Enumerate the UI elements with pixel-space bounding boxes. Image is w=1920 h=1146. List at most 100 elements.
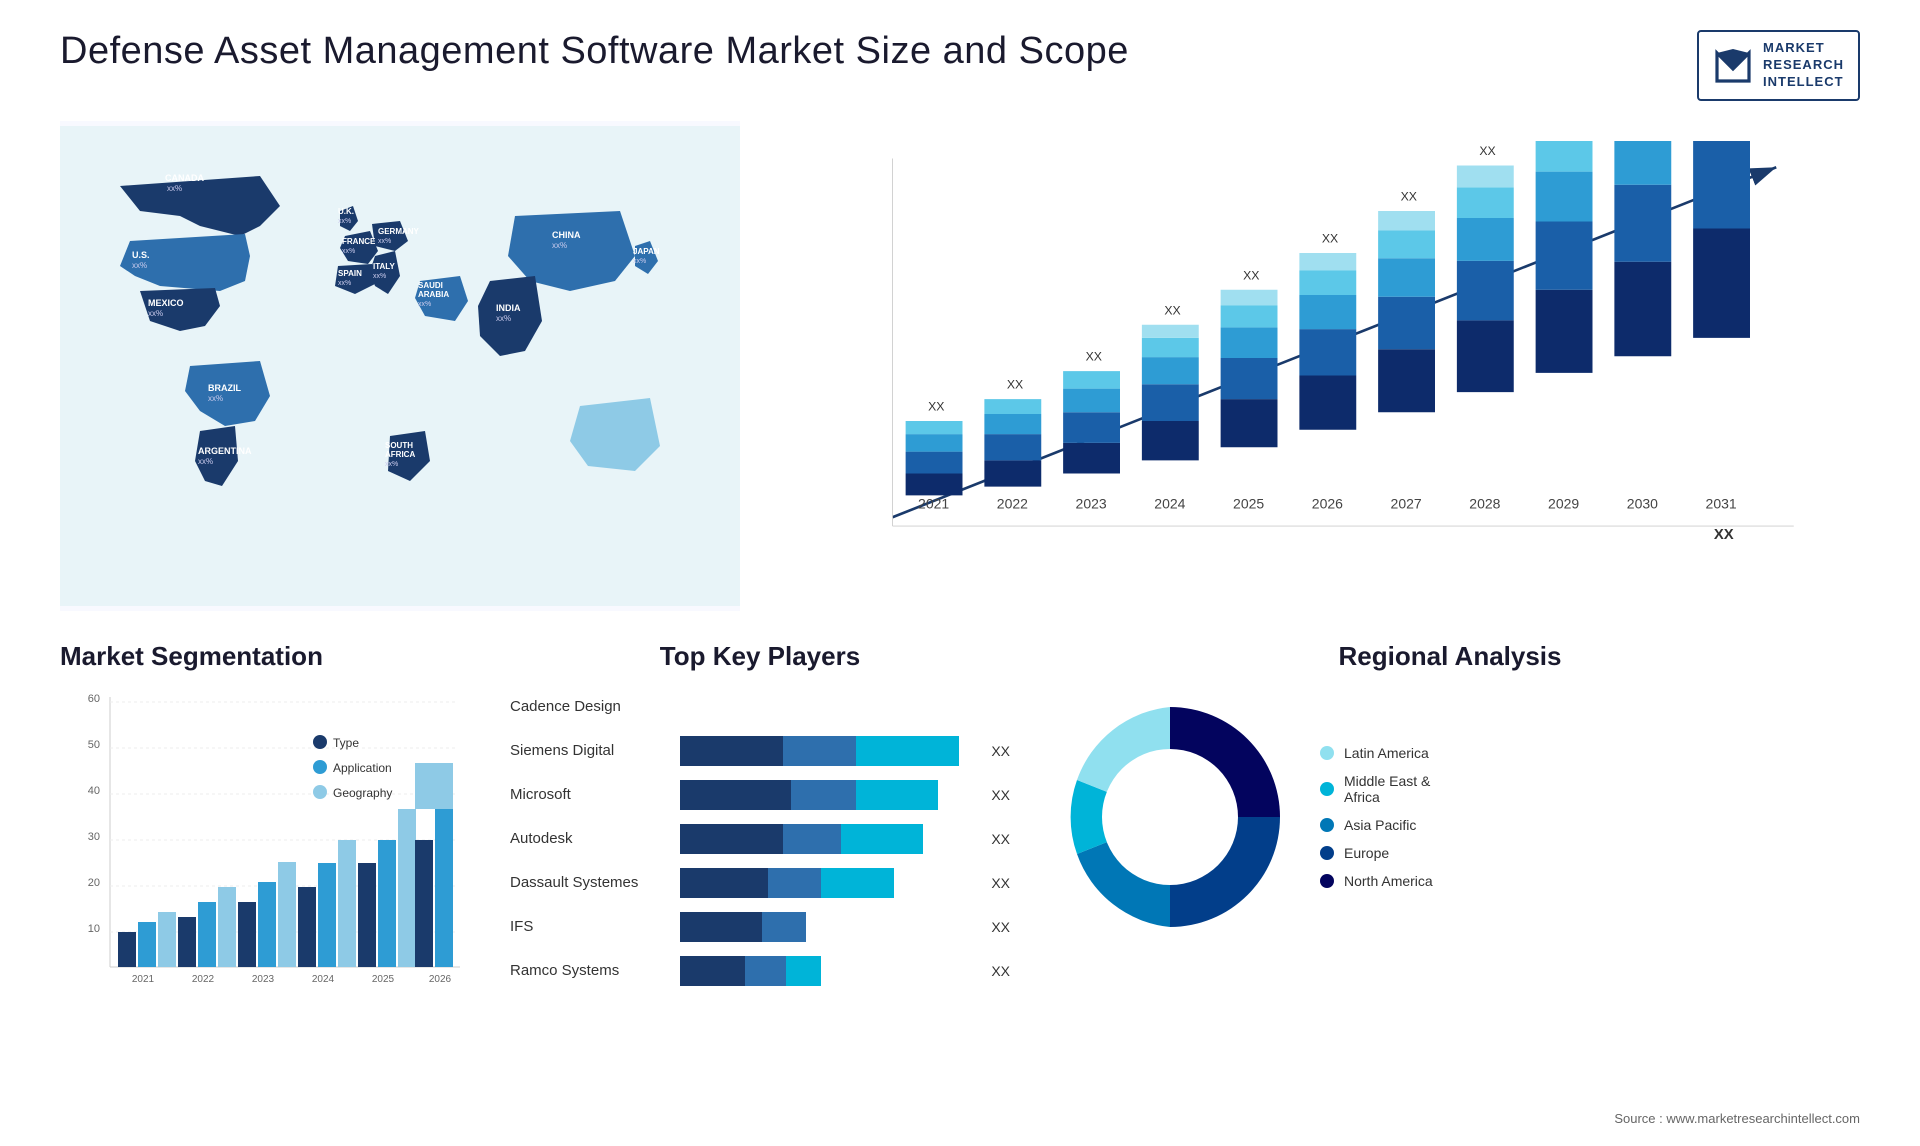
svg-text:FRANCE: FRANCE [342, 237, 376, 246]
svg-text:2023: 2023 [1076, 495, 1107, 511]
svg-text:ARABIA: ARABIA [418, 290, 449, 299]
svg-text:Geography: Geography [333, 786, 392, 800]
svg-text:10: 10 [88, 923, 100, 935]
header: Defense Asset Management Software Market… [60, 30, 1860, 101]
player-name: Microsoft [510, 786, 670, 803]
svg-text:U.S.: U.S. [132, 250, 150, 260]
svg-text:2027: 2027 [1391, 495, 1422, 511]
svg-text:Type: Type [333, 736, 359, 750]
svg-text:XX: XX [1243, 268, 1259, 282]
svg-text:SAUDI: SAUDI [418, 281, 443, 290]
svg-text:ITALY: ITALY [373, 262, 395, 271]
svg-text:2030: 2030 [1627, 495, 1658, 511]
svg-text:20: 20 [88, 877, 100, 889]
bar-chart-svg: 2021 XX 2022 XX 2023 XX [820, 141, 1840, 561]
logo-icon [1713, 45, 1753, 85]
svg-text:2026: 2026 [429, 974, 452, 985]
svg-text:xx%: xx% [148, 309, 163, 318]
svg-text:2023: 2023 [252, 974, 275, 985]
legend-label-europe: Europe [1344, 845, 1389, 861]
regional-container: Regional Analysis [1040, 641, 1860, 1071]
svg-text:2021: 2021 [132, 974, 155, 985]
svg-text:xx%: xx% [373, 273, 386, 280]
segmentation-chart: 60 50 40 30 20 10 [60, 687, 480, 1017]
svg-text:INDIA: INDIA [496, 303, 521, 313]
players-container: Top Key Players Cadence Design Siemens D… [510, 641, 1010, 1071]
player-name: Ramco Systems [510, 962, 670, 979]
player-row: Ramco Systems XX [510, 956, 1010, 986]
legend-item: North America [1320, 873, 1433, 889]
legend-label-latin: Latin America [1344, 745, 1429, 761]
legend-item: Europe [1320, 845, 1433, 861]
svg-text:xx%: xx% [418, 301, 431, 308]
svg-text:2022: 2022 [192, 974, 215, 985]
logo: MARKET RESEARCH INTELLECT [1697, 30, 1860, 101]
svg-text:2031: 2031 [1706, 495, 1737, 511]
player-name: Autodesk [510, 830, 670, 847]
svg-text:xx%: xx% [132, 261, 147, 270]
bar-chart-container: 2021 XX 2022 XX 2023 XX [760, 121, 1860, 611]
svg-text:2024: 2024 [312, 974, 335, 985]
svg-text:30: 30 [88, 831, 100, 843]
player-name: Dassault Systemes [510, 874, 670, 891]
svg-text:AFRICA: AFRICA [385, 450, 415, 459]
svg-text:SPAIN: SPAIN [338, 269, 362, 278]
svg-text:XX: XX [1086, 349, 1102, 363]
player-row: Autodesk XX [510, 824, 1010, 854]
svg-text:ARGENTINA: ARGENTINA [198, 446, 252, 456]
svg-text:CHINA: CHINA [552, 230, 581, 240]
svg-text:XX: XX [1164, 303, 1180, 317]
svg-text:xx%: xx% [385, 461, 398, 468]
svg-text:xx%: xx% [552, 241, 567, 250]
svg-text:2025: 2025 [372, 974, 395, 985]
legend-item: Middle East &Africa [1320, 773, 1433, 805]
svg-text:60: 60 [88, 693, 100, 705]
svg-text:BRAZIL: BRAZIL [208, 383, 241, 393]
svg-text:2029: 2029 [1548, 495, 1579, 511]
page-title: Defense Asset Management Software Market… [60, 30, 1129, 73]
player-row: Cadence Design [510, 692, 1010, 722]
svg-text:xx%: xx% [198, 457, 213, 466]
player-row: Dassault Systemes XX [510, 868, 1010, 898]
legend-dot-latin [1320, 746, 1334, 760]
svg-text:xx%: xx% [208, 394, 223, 403]
svg-text:2025: 2025 [1233, 495, 1264, 511]
world-map-container: CANADA xx% U.S. xx% MEXICO xx% BRAZIL xx… [60, 121, 740, 611]
legend-item: Latin America [1320, 745, 1433, 761]
svg-text:GERMANY: GERMANY [378, 227, 420, 236]
bottom-section: Market Segmentation 60 50 40 30 20 10 [60, 641, 1860, 1071]
svg-text:2026: 2026 [1312, 495, 1343, 511]
svg-text:40: 40 [88, 785, 100, 797]
legend-dot-europe [1320, 846, 1334, 860]
svg-text:XX: XX [1401, 189, 1417, 203]
world-map-svg: CANADA xx% U.S. xx% MEXICO xx% BRAZIL xx… [60, 121, 740, 611]
svg-text:2028: 2028 [1469, 495, 1500, 511]
canada-label: CANADA [165, 173, 204, 183]
svg-text:XX: XX [928, 399, 944, 413]
svg-text:XX: XX [1714, 527, 1734, 543]
player-row: IFS XX [510, 912, 1010, 942]
segmentation-title: Market Segmentation [60, 641, 480, 672]
legend-label-apac: Asia Pacific [1344, 817, 1416, 833]
regional-legend: Latin America Middle East &Africa Asia P… [1320, 745, 1433, 889]
svg-text:JAPAN: JAPAN [633, 247, 660, 256]
svg-text:xx%: xx% [342, 248, 355, 255]
source-text: Source : www.marketresearchintellect.com [1614, 1111, 1860, 1126]
svg-text:XX: XX [1479, 144, 1495, 158]
player-row: Siemens Digital XX [510, 736, 1010, 766]
svg-text:2022: 2022 [997, 495, 1028, 511]
legend-dot-mea [1320, 782, 1334, 796]
svg-text:xx%: xx% [167, 184, 182, 193]
player-name: IFS [510, 918, 670, 935]
svg-text:xx%: xx% [378, 238, 391, 245]
player-row: Microsoft XX [510, 780, 1010, 810]
player-name: Siemens Digital [510, 742, 670, 759]
svg-text:MEXICO: MEXICO [148, 298, 184, 308]
top-section: CANADA xx% U.S. xx% MEXICO xx% BRAZIL xx… [60, 121, 1860, 611]
svg-text:xx%: xx% [496, 314, 511, 323]
svg-text:xx%: xx% [338, 280, 351, 287]
regional-title: Regional Analysis [1040, 641, 1860, 672]
segmentation-container: Market Segmentation 60 50 40 30 20 10 [60, 641, 480, 1071]
svg-text:xx%: xx% [633, 258, 646, 265]
svg-text:SOUTH: SOUTH [385, 441, 413, 450]
